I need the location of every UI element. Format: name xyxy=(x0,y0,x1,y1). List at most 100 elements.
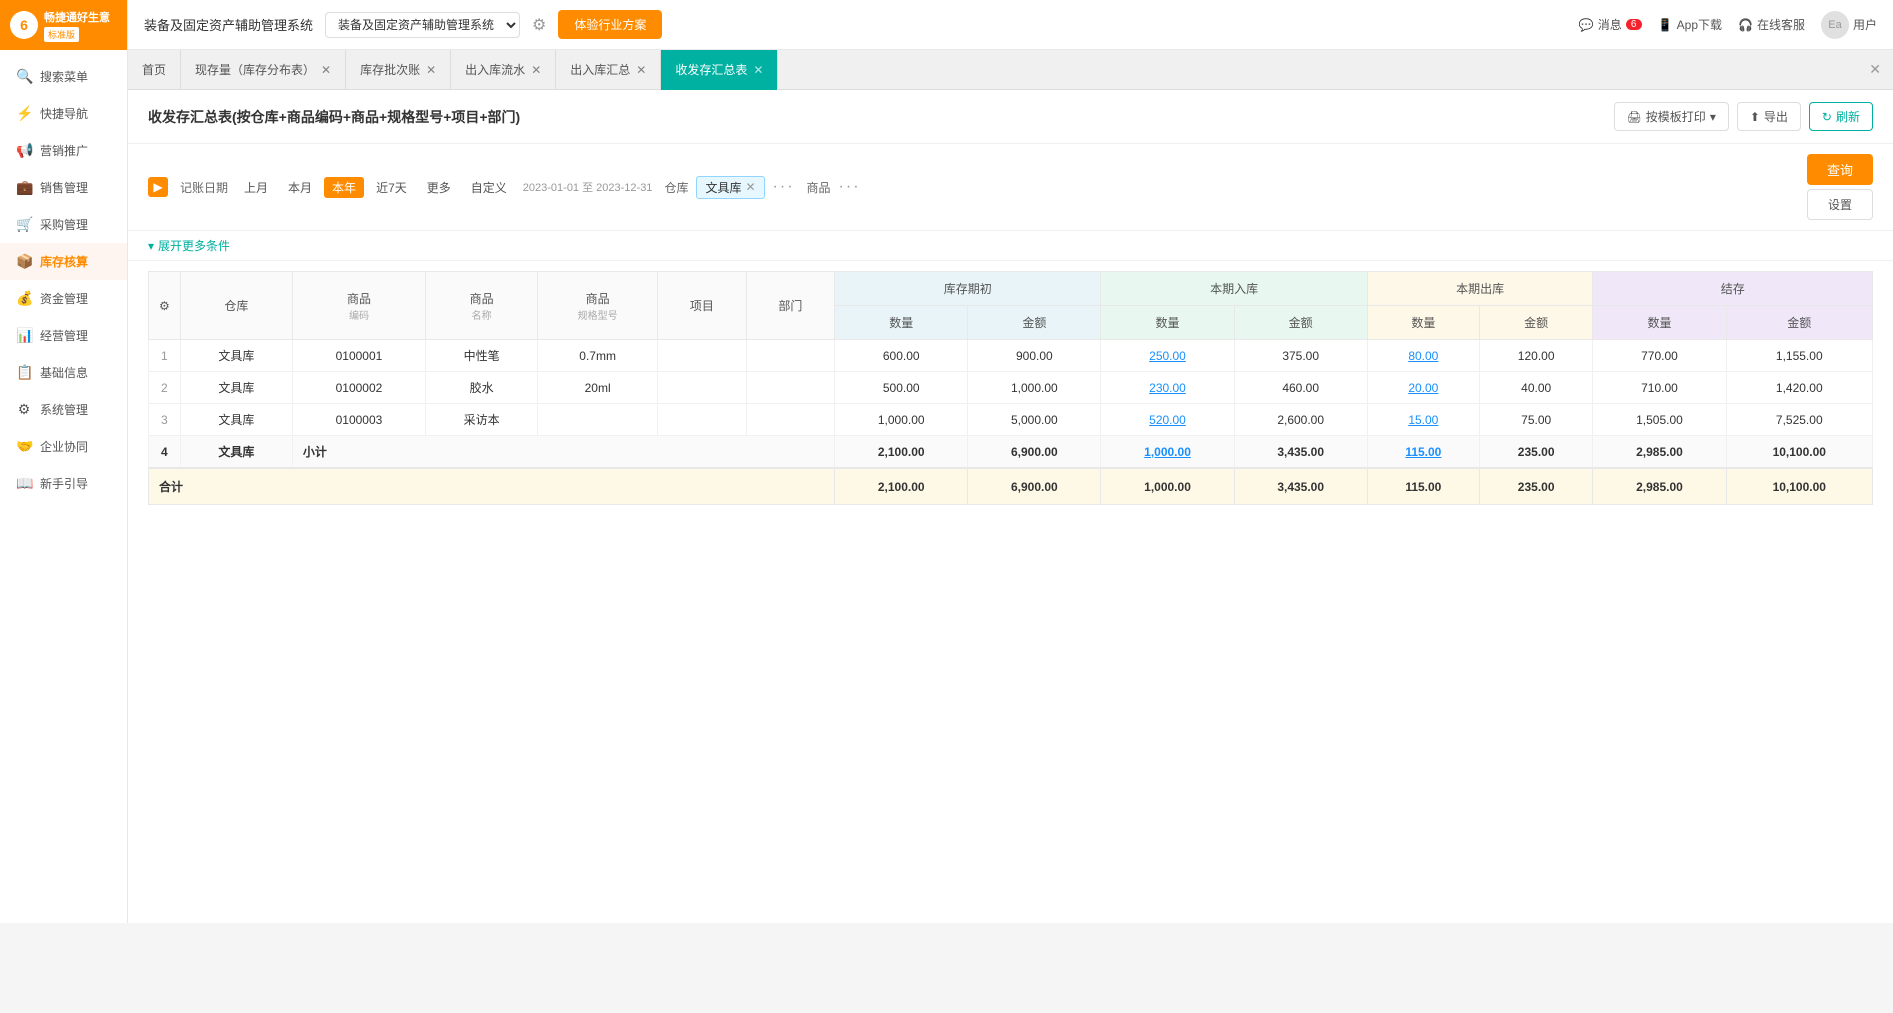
total-row: 合计 2,100.00 6,900.00 1,000.00 3,435.00 1… xyxy=(149,468,1873,505)
col-out-amt-header: 金额 xyxy=(1479,306,1592,340)
topbar: 装备及固定资产辅助管理系统 装备及固定资产辅助管理系统 ⚙ 体验行业方案 💬 消… xyxy=(128,0,1893,50)
row-project xyxy=(658,372,747,404)
date-btn-this-year[interactable]: 本年 xyxy=(324,177,364,198)
sidebar-item-10[interactable]: 🤝企业协同 xyxy=(0,428,127,465)
row-project xyxy=(658,404,747,436)
expand-conditions-button[interactable]: ▾ 展开更多条件 xyxy=(148,237,230,254)
row-warehouse: 文具库 xyxy=(180,340,292,372)
row-out-qty[interactable]: 15.00 xyxy=(1367,404,1479,436)
date-btn-7days[interactable]: 近7天 xyxy=(368,177,415,198)
export-button[interactable]: ⬆ 导出 xyxy=(1737,102,1801,131)
refresh-button[interactable]: ↻ 刷新 xyxy=(1809,102,1873,131)
row-goods-name: 中性笔 xyxy=(426,340,538,372)
row-balance-qty: 710.00 xyxy=(1593,372,1726,404)
col-goods-code-header: 商品编码 xyxy=(292,272,425,340)
sidebar-item-3[interactable]: 💼销售管理 xyxy=(0,169,127,206)
online-service-item[interactable]: 🎧 在线客服 xyxy=(1738,16,1805,33)
row-in-qty[interactable]: 230.00 xyxy=(1101,372,1234,404)
warehouse-tag-close[interactable]: ✕ xyxy=(745,180,755,194)
tab-close-2[interactable]: ✕ xyxy=(426,63,436,77)
warehouse-more-dots[interactable]: ··· xyxy=(773,178,795,196)
headset-icon: 🎧 xyxy=(1738,18,1753,32)
tab-4[interactable]: 出入库汇总✕ xyxy=(556,50,661,90)
online-service-label: 在线客服 xyxy=(1757,16,1805,33)
topbar-right: 💬 消息 6 📱 App下载 🎧 在线客服 Ea 用户 xyxy=(1579,11,1877,39)
subtotal-out-amt: 235.00 xyxy=(1479,436,1592,469)
row-out-qty[interactable]: 20.00 xyxy=(1367,372,1479,404)
tab-0[interactable]: 首页 xyxy=(128,50,181,90)
row-in-amt: 460.00 xyxy=(1234,372,1367,404)
sidebar-label-11: 新手引导 xyxy=(40,475,88,492)
row-out-qty[interactable]: 80.00 xyxy=(1367,340,1479,372)
sidebar-label-0: 搜索菜单 xyxy=(40,68,88,85)
date-range-display: 2023-01-01 至 2023-12-31 xyxy=(523,179,653,195)
col-settings-header[interactable]: ⚙ xyxy=(149,272,181,340)
sidebar-label-8: 基础信息 xyxy=(40,364,88,381)
message-item[interactable]: 💬 消息 6 xyxy=(1579,16,1642,33)
tab-close-3[interactable]: ✕ xyxy=(531,63,541,77)
sidebar-item-11[interactable]: 📖新手引导 xyxy=(0,465,127,502)
sidebar-item-9[interactable]: ⚙系统管理 xyxy=(0,391,127,428)
tab-label-5: 收发存汇总表 xyxy=(675,61,747,78)
tab-1[interactable]: 现存量（库存分布表）✕ xyxy=(181,50,346,90)
user-item[interactable]: Ea 用户 xyxy=(1821,11,1877,39)
try-industry-button[interactable]: 体验行业方案 xyxy=(558,10,662,39)
query-button[interactable]: 查询 xyxy=(1807,154,1873,185)
gear-icon[interactable]: ⚙ xyxy=(532,15,546,35)
sidebar-item-7[interactable]: 📊经营管理 xyxy=(0,317,127,354)
subtotal-in-qty[interactable]: 1,000.00 xyxy=(1101,436,1234,469)
col-goods-spec-header: 商品规格型号 xyxy=(538,272,658,340)
row-opening-qty: 1,000.00 xyxy=(835,404,968,436)
tab-3[interactable]: 出入库流水 ✕ xyxy=(451,50,556,90)
row-in-qty[interactable]: 520.00 xyxy=(1101,404,1234,436)
row-goods-name: 采访本 xyxy=(426,404,538,436)
row-out-amt: 120.00 xyxy=(1479,340,1592,372)
tab-close-1[interactable]: ✕ xyxy=(321,63,331,77)
sidebar-item-2[interactable]: 📢营销推广 xyxy=(0,132,127,169)
sidebar-label-1: 快捷导航 xyxy=(40,105,88,122)
refresh-icon: ↻ xyxy=(1822,110,1832,124)
subtotal-label: 小计 xyxy=(292,436,834,469)
date-btn-more[interactable]: 更多 xyxy=(419,177,459,198)
chevron-down-icon: ▾ xyxy=(1710,110,1716,124)
print-button[interactable]: 🖨 按模板打印 ▾ xyxy=(1614,102,1729,131)
tab-label-3: 出入库流水 xyxy=(465,61,525,78)
sidebar-icon-2: 📢 xyxy=(16,142,32,159)
sidebar-icon-5: 📦 xyxy=(16,253,32,270)
total-label: 合计 xyxy=(149,468,835,505)
app-download-item[interactable]: 📱 App下载 xyxy=(1658,16,1722,33)
sidebar-item-1[interactable]: ⚡快捷导航 xyxy=(0,95,127,132)
sidebar: 6 畅捷通好生意 标准版 🔍搜索菜单⚡快捷导航📢营销推广💼销售管理🛒采购管理📦库… xyxy=(0,0,128,923)
goods-label: 商品 xyxy=(807,179,831,196)
tab-5[interactable]: 收发存汇总表 ✕ xyxy=(661,50,778,90)
setting-button[interactable]: 设置 xyxy=(1807,189,1873,220)
sidebar-item-6[interactable]: 💰资金管理 xyxy=(0,280,127,317)
date-btn-last-month[interactable]: 上月 xyxy=(236,177,276,198)
topbar-left: 装备及固定资产辅助管理系统 装备及固定资产辅助管理系统 ⚙ 体验行业方案 xyxy=(144,10,662,39)
chevron-down-icon: ▾ xyxy=(148,239,154,253)
row-opening-amt: 1,000.00 xyxy=(968,372,1101,404)
sidebar-item-8[interactable]: 📋基础信息 xyxy=(0,354,127,391)
row-in-qty[interactable]: 250.00 xyxy=(1101,340,1234,372)
date-label: 记账日期 xyxy=(180,179,228,196)
page-actions: 🖨 按模板打印 ▾ ⬆ 导出 ↻ 刷新 xyxy=(1614,102,1873,131)
tab-close-4[interactable]: ✕ xyxy=(636,63,646,77)
date-btn-this-month[interactable]: 本月 xyxy=(280,177,320,198)
row-balance-amt: 1,155.00 xyxy=(1726,340,1872,372)
filter-toggle-button[interactable]: ▶ xyxy=(148,177,168,197)
date-btn-custom[interactable]: 自定义 xyxy=(463,177,515,198)
sidebar-label-5: 库存核算 xyxy=(40,253,88,270)
sidebar-item-0[interactable]: 🔍搜索菜单 xyxy=(0,58,127,95)
sidebar-icon-10: 🤝 xyxy=(16,438,32,455)
sidebar-item-5[interactable]: 📦 库存核算 xyxy=(0,243,127,280)
close-all-tabs-button[interactable]: ✕ xyxy=(1857,61,1893,78)
sidebar-item-4[interactable]: 🛒采购管理 xyxy=(0,206,127,243)
system-select[interactable]: 装备及固定资产辅助管理系统 xyxy=(325,12,520,38)
subtotal-out-qty[interactable]: 115.00 xyxy=(1367,436,1479,469)
total-out-amt: 235.00 xyxy=(1479,468,1592,505)
row-goods-code: 0100002 xyxy=(292,372,425,404)
tab-2[interactable]: 库存批次账✕ xyxy=(346,50,451,90)
goods-more-dots[interactable]: ··· xyxy=(839,178,861,196)
row-goods-spec: 0.7mm xyxy=(538,340,658,372)
tab-close-5[interactable]: ✕ xyxy=(753,63,763,77)
